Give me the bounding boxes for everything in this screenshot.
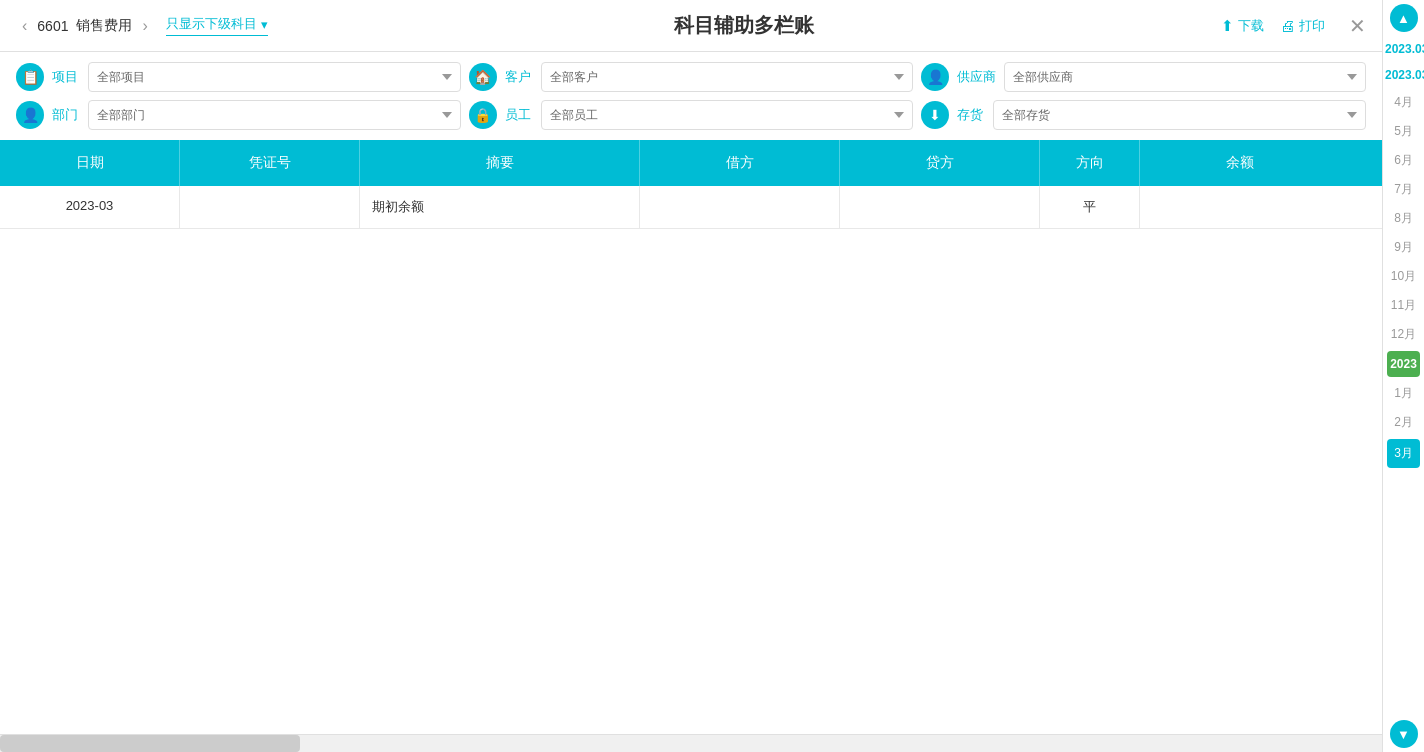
chevron-down-icon: ▾ <box>261 17 268 32</box>
col-direction: 方向 <box>1040 140 1140 186</box>
filter-supplier: 👤 供应商 全部供应商 <box>921 62 1366 92</box>
sidebar-period-14[interactable]: 3月 <box>1387 439 1420 468</box>
download-button[interactable]: ⬆ 下载 <box>1221 17 1264 35</box>
project-label: 项目 <box>52 68 80 86</box>
page-header: ‹ 6601 销售费用 › 只显示下级科目 ▾ 科目辅助多栏账 ⬆ 下载 🖨 打… <box>0 0 1382 52</box>
sidebar-period-7[interactable]: 9月 <box>1383 233 1424 262</box>
cell-voucher <box>180 186 360 228</box>
sidebar-period-1[interactable]: 2023.03 <box>1383 62 1424 88</box>
inventory-label: 存货 <box>957 106 985 124</box>
sidebar-period-13[interactable]: 2月 <box>1383 408 1424 437</box>
cell-debit <box>640 186 840 228</box>
filter-inventory: ⬇ 存货 全部存货 <box>921 100 1366 130</box>
filter-project: 📋 项目 全部项目 <box>16 62 461 92</box>
show-sub-label: 只显示下级科目 <box>166 15 257 33</box>
project-select[interactable]: 全部项目 <box>88 62 461 92</box>
next-account-button[interactable]: › <box>136 15 153 37</box>
cell-summary: 期初余额 <box>360 186 640 228</box>
sidebar-period-12[interactable]: 1月 <box>1383 379 1424 408</box>
col-balance: 余额 <box>1140 140 1340 186</box>
employee-label: 员工 <box>505 106 533 124</box>
project-icon: 📋 <box>16 63 44 91</box>
header-actions: ⬆ 下载 🖨 打印 ✕ <box>1221 14 1366 38</box>
department-select[interactable]: 全部部门 <box>88 100 461 130</box>
department-icon: 👤 <box>16 101 44 129</box>
supplier-label: 供应商 <box>957 68 996 86</box>
prev-account-button[interactable]: ‹ <box>16 15 33 37</box>
table-body: 2023-03 期初余额 平 <box>0 186 1382 229</box>
supplier-select[interactable]: 全部供应商 <box>1004 62 1366 92</box>
sidebar-period-0[interactable]: 2023.03 <box>1383 36 1424 62</box>
period-sidebar: ▲ 2023.03 2023.03 4月 5月 6月 7月 8月 9月 10月 … <box>1382 0 1424 752</box>
print-icon: 🖨 <box>1280 17 1295 34</box>
col-debit: 借方 <box>640 140 840 186</box>
show-sub-button[interactable]: 只显示下级科目 ▾ <box>166 15 268 36</box>
employee-icon: 🔒 <box>469 101 497 129</box>
filter-bar: 📋 项目 全部项目 🏠 客户 全部客户 👤 供应商 全部供应商 <box>0 52 1382 140</box>
cell-direction: 平 <box>1040 186 1140 228</box>
sidebar-up-arrow[interactable]: ▲ <box>1390 4 1418 32</box>
horizontal-scrollbar[interactable] <box>0 734 1382 752</box>
cell-credit <box>840 186 1040 228</box>
download-label: 下载 <box>1238 17 1264 35</box>
main-table: 日期 凭证号 摘要 借方 贷方 方向 余额 2023-03 期初余额 平 <box>0 140 1382 752</box>
filter-employee: 🔒 员工 全部员工 <box>469 100 914 130</box>
print-label: 打印 <box>1299 17 1325 35</box>
customer-icon: 🏠 <box>469 63 497 91</box>
inventory-select[interactable]: 全部存货 <box>993 100 1366 130</box>
sidebar-period-10[interactable]: 12月 <box>1383 320 1424 349</box>
department-label: 部门 <box>52 106 80 124</box>
sidebar-period-6[interactable]: 8月 <box>1383 204 1424 233</box>
cell-date: 2023-03 <box>0 186 180 228</box>
sidebar-down-arrow[interactable]: ▼ <box>1390 720 1418 748</box>
customer-label: 客户 <box>505 68 533 86</box>
account-name: 销售费用 <box>76 17 132 35</box>
filter-department: 👤 部门 全部部门 <box>16 100 461 130</box>
sidebar-period-9[interactable]: 11月 <box>1383 291 1424 320</box>
sidebar-period-4[interactable]: 6月 <box>1383 146 1424 175</box>
table-header: 日期 凭证号 摘要 借方 贷方 方向 余额 <box>0 140 1382 186</box>
download-icon: ⬆ <box>1221 17 1234 35</box>
supplier-icon: 👤 <box>921 63 949 91</box>
inventory-icon: ⬇ <box>921 101 949 129</box>
cell-balance <box>1140 186 1340 228</box>
customer-select[interactable]: 全部客户 <box>541 62 914 92</box>
sidebar-period-3[interactable]: 5月 <box>1383 117 1424 146</box>
sidebar-year-badge[interactable]: 2023 <box>1387 351 1420 377</box>
page-title: 科目辅助多栏账 <box>268 12 1221 39</box>
close-button[interactable]: ✕ <box>1349 14 1366 38</box>
table-row[interactable]: 2023-03 期初余额 平 <box>0 186 1382 229</box>
col-credit: 贷方 <box>840 140 1040 186</box>
scrollbar-thumb[interactable] <box>0 735 300 752</box>
print-button[interactable]: 🖨 打印 <box>1280 17 1325 35</box>
col-summary: 摘要 <box>360 140 640 186</box>
col-voucher: 凭证号 <box>180 140 360 186</box>
filter-customer: 🏠 客户 全部客户 <box>469 62 914 92</box>
employee-select[interactable]: 全部员工 <box>541 100 914 130</box>
sidebar-period-2[interactable]: 4月 <box>1383 88 1424 117</box>
sidebar-period-8[interactable]: 10月 <box>1383 262 1424 291</box>
account-code: 6601 <box>37 18 68 34</box>
col-date: 日期 <box>0 140 180 186</box>
sidebar-period-5[interactable]: 7月 <box>1383 175 1424 204</box>
